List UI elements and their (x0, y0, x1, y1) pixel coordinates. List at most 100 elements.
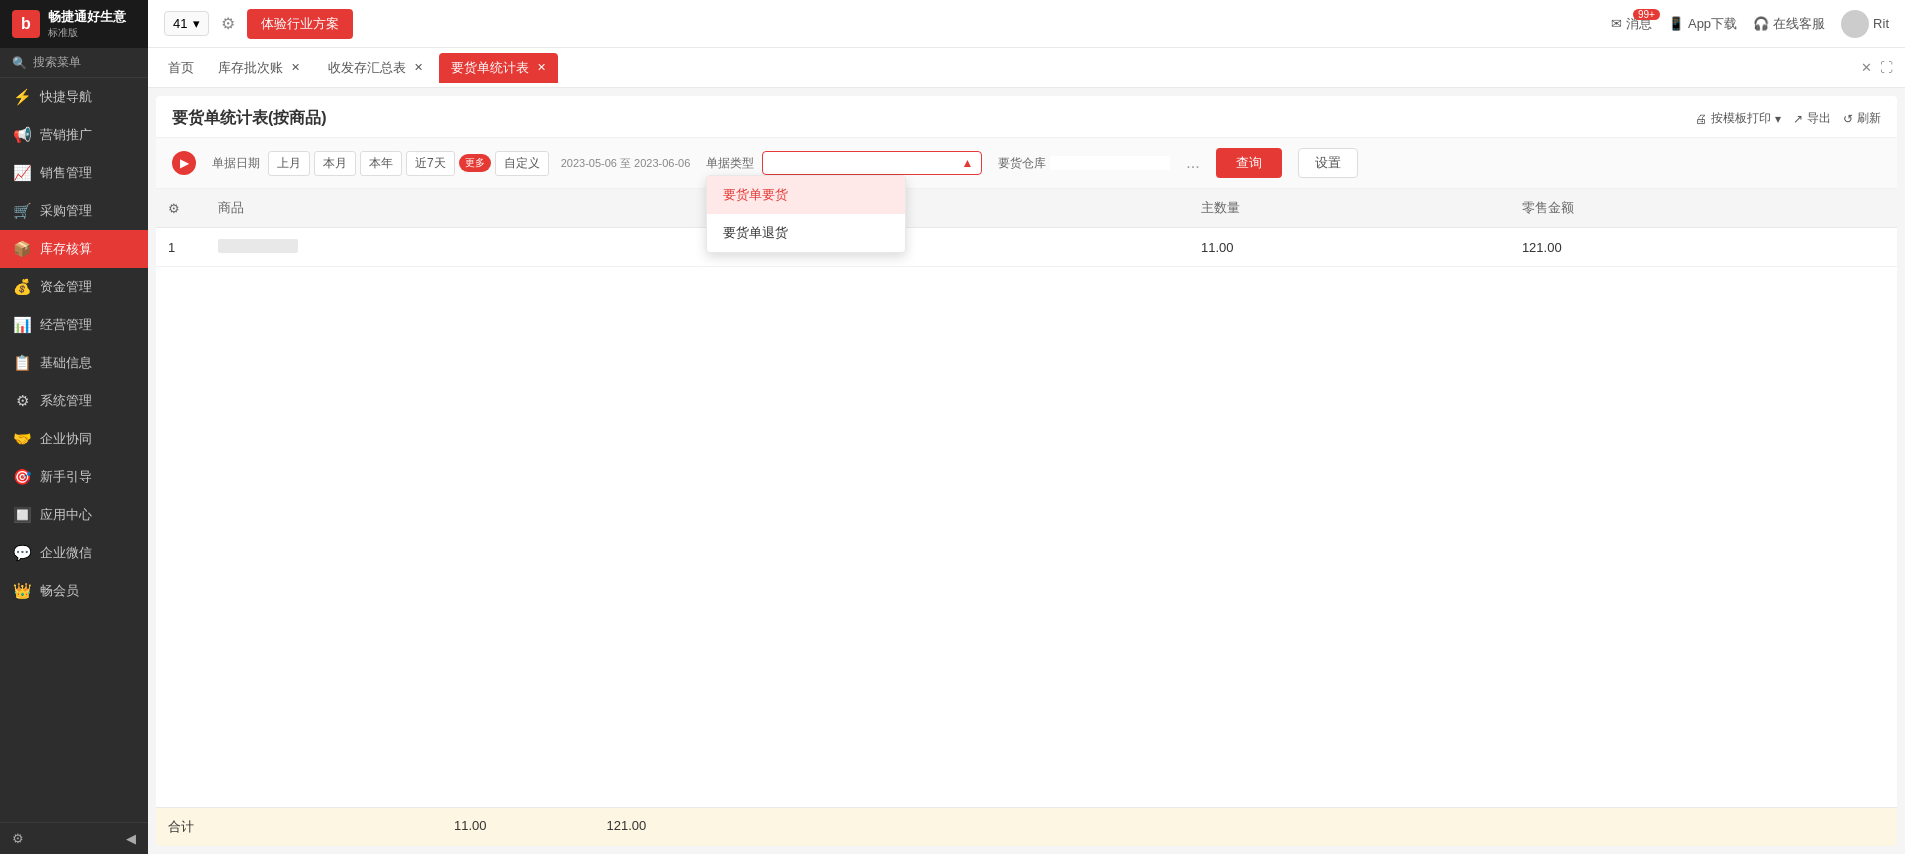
sidebar-item-sales[interactable]: 📈 销售管理 (0, 154, 148, 192)
search-icon: 🔍 (12, 56, 27, 70)
total-qty: 11.00 (454, 818, 487, 836)
tab-inventory-batch-close[interactable]: ✕ (291, 61, 300, 74)
row-amount: 121.00 (1510, 228, 1897, 267)
sidebar-item-label: 库存核算 (40, 240, 92, 258)
system-icon: ⚙ (12, 392, 32, 410)
tab-inventory-batch[interactable]: 库存批次账 ✕ (206, 53, 312, 83)
user-name: Rit (1873, 16, 1889, 31)
message-icon: ✉ (1611, 16, 1622, 31)
tab-receivable-summary[interactable]: 收发存汇总表 ✕ (316, 53, 435, 83)
sidebar-item-marketing[interactable]: 📢 营销推广 (0, 116, 148, 154)
tab-home[interactable]: 首页 (160, 53, 202, 83)
dropdown-item-order-goods[interactable]: 要货单要货 (707, 176, 905, 214)
sidebar-item-label: 企业微信 (40, 544, 92, 562)
tab-close-all-icon[interactable]: ✕ (1861, 60, 1872, 75)
date-filter-label: 单据日期 (212, 155, 260, 172)
sidebar-item-purchase[interactable]: 🛒 采购管理 (0, 192, 148, 230)
tab-bar-actions: ✕ ⛶ (1861, 60, 1893, 75)
sidebar-item-label: 经营管理 (40, 316, 92, 334)
type-filter-input[interactable]: ▲ (762, 151, 982, 175)
sidebar-item-label: 畅会员 (40, 582, 79, 600)
total-amount: 121.00 (607, 818, 647, 836)
sidebar-collapse-button[interactable]: ◀ (126, 831, 136, 846)
table-settings-icon[interactable]: ⚙ (168, 201, 180, 216)
sidebar-item-label: 应用中心 (40, 506, 92, 524)
row-goods (206, 228, 736, 267)
sidebar-item-label: 新手引导 (40, 468, 92, 486)
date-more-badge[interactable]: 更多 (459, 154, 491, 172)
sidebar-item-guide[interactable]: 🎯 新手引导 (0, 458, 148, 496)
messages-badge: 99+ (1633, 9, 1660, 20)
header-left: 41 ▾ ⚙ 体验行业方案 (164, 9, 353, 39)
date-btn-last-month[interactable]: 上月 (268, 151, 310, 176)
operation-icon: 📊 (12, 316, 32, 334)
date-btn-this-month[interactable]: 本月 (314, 151, 356, 176)
enterprise-icon: 🤝 (12, 430, 32, 448)
sidebar-item-wechat[interactable]: 💬 企业微信 (0, 534, 148, 572)
app-sub: 标准版 (48, 26, 126, 39)
messages-button[interactable]: ✉ 消息 99+ (1611, 15, 1652, 33)
quick-nav-icon: ⚡ (12, 88, 32, 106)
col-settings: ⚙ (156, 189, 206, 228)
total-label: 合计 (168, 818, 194, 836)
export-label: 导出 (1807, 110, 1831, 127)
export-button[interactable]: ↗ 导出 (1793, 110, 1831, 127)
sidebar-item-system[interactable]: ⚙ 系统管理 (0, 382, 148, 420)
type-dropdown-menu: 要货单要货 要货单退货 (706, 175, 906, 253)
date-btn-last-7-days[interactable]: 近7天 (406, 151, 455, 176)
filter-more-button[interactable]: ... (1186, 154, 1199, 172)
sidebar-item-basic[interactable]: 📋 基础信息 (0, 344, 148, 382)
date-btn-custom[interactable]: 自定义 (495, 151, 549, 176)
sidebar-item-member[interactable]: 👑 畅会员 (0, 572, 148, 610)
tab-receivable-summary-label: 收发存汇总表 (328, 59, 406, 77)
app-logo-text: 畅捷通好生意 标准版 (48, 9, 126, 39)
print-button[interactable]: 🖨 按模板打印 ▾ (1695, 110, 1781, 127)
sidebar-logo: b 畅捷通好生意 标准版 (0, 0, 148, 48)
col-qty: 主数量 (1189, 189, 1510, 228)
type-filter-label: 单据类型 (706, 155, 754, 172)
user-avatar-button[interactable]: Rit (1841, 10, 1889, 38)
filter-expand-button[interactable]: ▶ (172, 151, 196, 175)
sidebar-item-appstore[interactable]: 🔲 应用中心 (0, 496, 148, 534)
online-service-button[interactable]: 🎧 在线客服 (1753, 15, 1825, 33)
company-select[interactable]: 41 ▾ (164, 11, 209, 36)
table-header-row: ⚙ 商品 主计量单位 主数量 零售金额 (156, 189, 1897, 228)
sidebar-item-label: 资金管理 (40, 278, 92, 296)
industry-button[interactable]: 体验行业方案 (247, 9, 353, 39)
chevron-down-icon: ▾ (1775, 112, 1781, 126)
sidebar-item-operation[interactable]: 📊 经营管理 (0, 306, 148, 344)
settings-button[interactable]: 设置 (1298, 148, 1358, 178)
sidebar-item-quick-nav[interactable]: ⚡ 快捷导航 (0, 78, 148, 116)
table-header: ⚙ 商品 主计量单位 主数量 零售金额 (156, 189, 1897, 228)
chevron-down-icon: ▾ (193, 16, 200, 31)
app-logo-icon: b (12, 10, 40, 38)
date-btn-this-year[interactable]: 本年 (360, 151, 402, 176)
sidebar-item-label: 营销推广 (40, 126, 92, 144)
warehouse-filter-label: 要货仓库 (998, 155, 1046, 172)
tab-bar: 首页 库存批次账 ✕ 收发存汇总表 ✕ 要货单统计表 ✕ ✕ ⛶ (148, 48, 1905, 88)
tab-expand-icon[interactable]: ⛶ (1880, 60, 1893, 75)
refresh-button[interactable]: ↺ 刷新 (1843, 110, 1881, 127)
header-gear-icon[interactable]: ⚙ (221, 14, 235, 33)
sidebar-item-finance[interactable]: 💰 资金管理 (0, 268, 148, 306)
page-title: 要货单统计表(按商品) (172, 108, 327, 129)
sidebar-search[interactable]: 🔍 搜索菜单 (0, 48, 148, 78)
warehouse-filter-input[interactable] (1050, 156, 1170, 170)
top-header: 41 ▾ ⚙ 体验行业方案 ✉ 消息 99+ 📱 App下载 🎧 在线客服 R (148, 0, 1905, 48)
filter-bar: ▶ 单据日期 上月 本月 本年 近7天 更多 自定义 2023-05-06 至 … (156, 138, 1897, 189)
sidebar-nav: ⚡ 快捷导航 📢 营销推广 📈 销售管理 🛒 采购管理 📦 库存核算 💰 资金管… (0, 78, 148, 822)
tab-order-summary[interactable]: 要货单统计表 ✕ (439, 53, 558, 83)
sidebar-item-enterprise[interactable]: 🤝 企业协同 (0, 420, 148, 458)
sidebar-item-label: 基础信息 (40, 354, 92, 372)
dropdown-item-order-return[interactable]: 要货单退货 (707, 214, 905, 252)
query-button[interactable]: 查询 (1216, 148, 1282, 178)
app-download-button[interactable]: 📱 App下载 (1668, 15, 1737, 33)
sidebar-item-inventory[interactable]: 📦 库存核算 (0, 230, 148, 268)
table-footer: 合计 11.00 121.00 (156, 807, 1897, 846)
tab-order-summary-close[interactable]: ✕ (537, 61, 546, 74)
refresh-icon: ↺ (1843, 112, 1853, 126)
avatar (1841, 10, 1869, 38)
sidebar-settings-icon[interactable]: ⚙ (12, 831, 24, 846)
tab-receivable-summary-close[interactable]: ✕ (414, 61, 423, 74)
guide-icon: 🎯 (12, 468, 32, 486)
